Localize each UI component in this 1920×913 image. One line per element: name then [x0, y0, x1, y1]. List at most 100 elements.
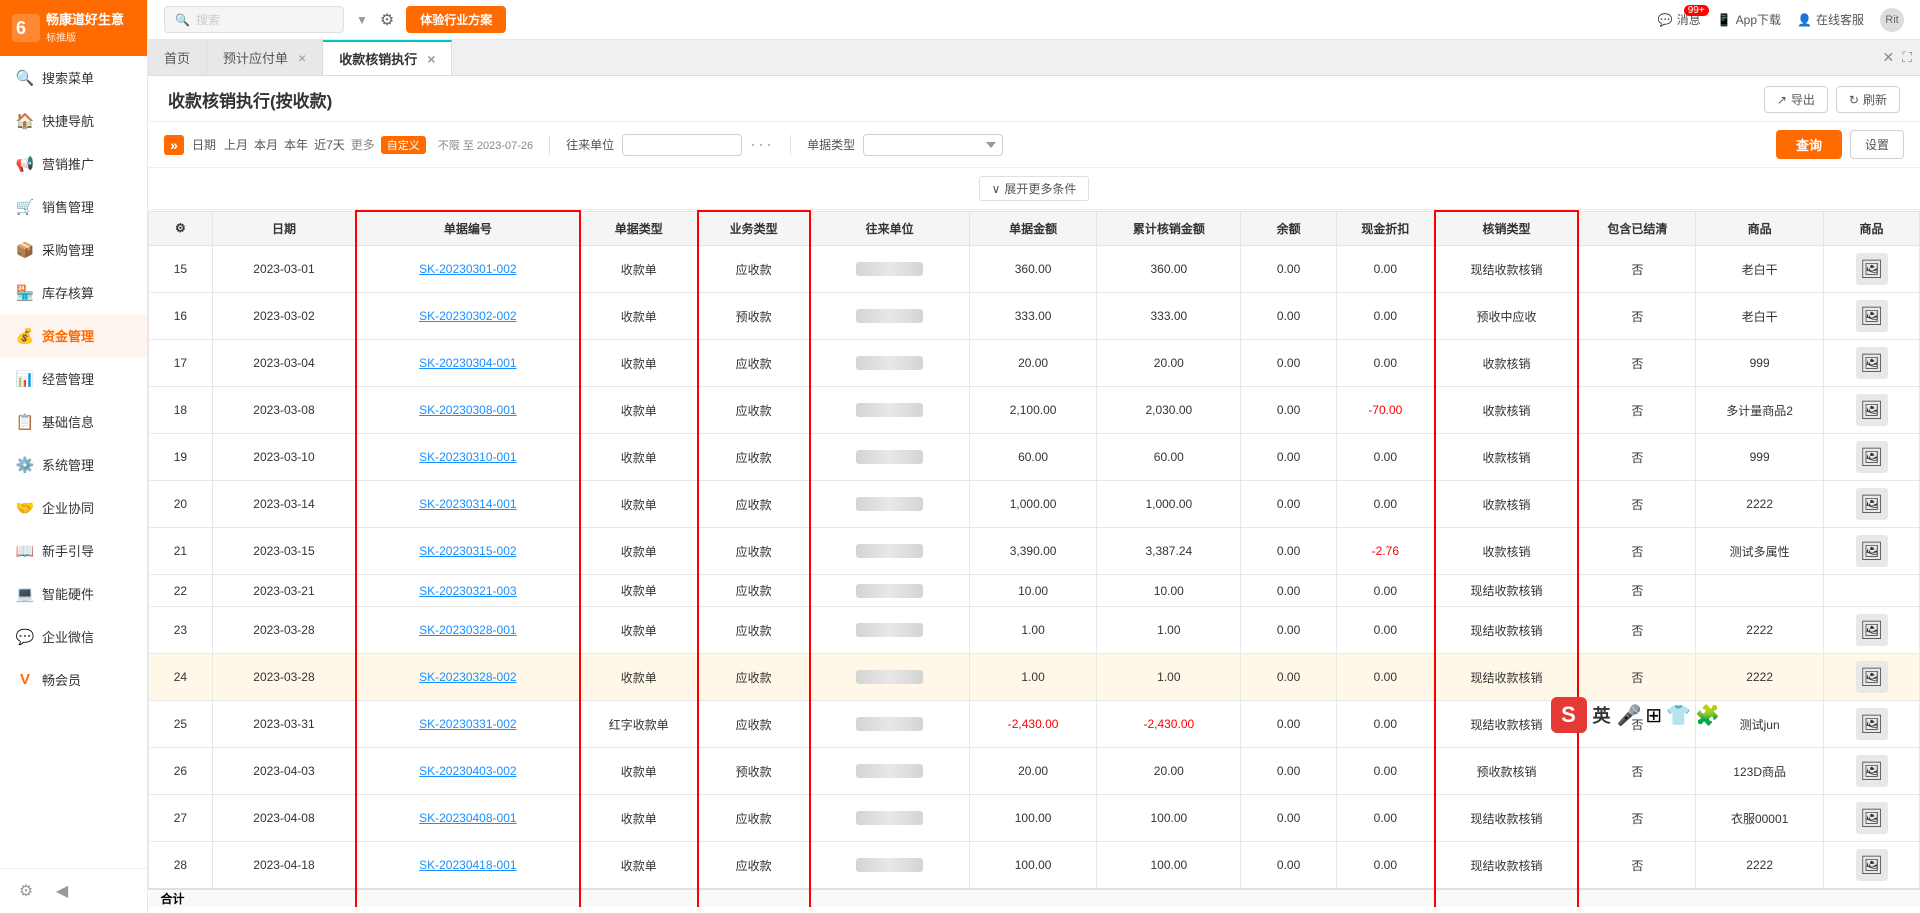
sidebar-item-system[interactable]: ⚙️ 系统管理 — [0, 443, 147, 486]
sidebar-item-finance[interactable]: 💰 资金管理 — [0, 314, 147, 357]
docno-link[interactable]: SK-20230418-001 — [419, 858, 516, 872]
docno-link[interactable]: SK-20230315-002 — [419, 544, 516, 558]
topbar-app-download[interactable]: 📱 App下载 — [1717, 11, 1781, 28]
shirt-icon: 👕 — [1666, 703, 1691, 728]
row-amount: 100.00 — [969, 842, 1097, 890]
tab-close-all-icon[interactable]: ✕ — [1882, 49, 1894, 66]
sidebar-item-guide[interactable]: 📖 新手引导 — [0, 529, 147, 572]
row-partner — [810, 654, 970, 701]
grid-icon: ⊞ — [1645, 703, 1662, 728]
tabbar-actions: ✕ ⛶ — [1882, 49, 1920, 66]
expand-more-button[interactable]: ∨ 展开更多条件 — [979, 176, 1090, 201]
query-button[interactable]: 查询 — [1776, 130, 1842, 159]
row-discount: 0.00 — [1336, 481, 1434, 528]
docno-link[interactable]: SK-20230310-001 — [419, 450, 516, 464]
topbar-search[interactable]: 🔍 搜索 — [164, 6, 344, 33]
sidebar-item-member[interactable]: V 畅会员 — [0, 658, 147, 701]
user-avatar[interactable]: Rit — [1880, 8, 1904, 32]
amount-value: 3,390.00 — [1010, 544, 1057, 558]
row-docno: SK-20230403-002 — [356, 748, 580, 795]
topbar-service[interactable]: 👤 在线客服 — [1797, 11, 1864, 28]
sidebar-item-quicknav[interactable]: 🏠 快捷导航 — [0, 99, 147, 142]
row-goods-img: 🖼 — [1824, 387, 1920, 434]
tab-prepay[interactable]: 预计应付单 × — [207, 40, 323, 75]
col-header-setting[interactable]: ⚙ — [149, 211, 213, 246]
sidebar-item-inventory[interactable]: 🏪 库存核算 — [0, 271, 147, 314]
sidebar-item-search[interactable]: 🔍 搜索菜单 — [0, 56, 147, 99]
goods-img-thumb: 🖼 — [1856, 614, 1888, 646]
row-discount: 0.00 — [1336, 246, 1434, 293]
sidebar-item-hardware[interactable]: 💻 智能硬件 — [0, 572, 147, 615]
sidebar-item-purchase[interactable]: 📦 采购管理 — [0, 228, 147, 271]
solution-button[interactable]: 体验行业方案 — [406, 6, 506, 33]
last-month-btn[interactable]: 上月 — [224, 136, 248, 153]
row-goods-img: 🖼 — [1824, 293, 1920, 340]
docno-link[interactable]: SK-20230331-002 — [419, 717, 516, 731]
tab-home[interactable]: 首页 — [148, 40, 207, 75]
amount-value: 100.00 — [1015, 858, 1052, 872]
this-month-btn[interactable]: 本月 — [254, 136, 278, 153]
sidebar-item-enterprise[interactable]: 🤝 企业协同 — [0, 486, 147, 529]
marketing-icon: 📢 — [16, 155, 34, 173]
docno-link[interactable]: SK-20230328-001 — [419, 623, 516, 637]
filter-divider-2 — [790, 135, 791, 155]
sidebar-item-basic[interactable]: 📋 基础信息 — [0, 400, 147, 443]
export-icon: ↗ — [1777, 93, 1787, 107]
doctype-select[interactable] — [863, 134, 1003, 156]
discount-value: 0.00 — [1374, 764, 1397, 778]
tab-fullscreen-icon[interactable]: ⛶ — [1902, 49, 1912, 66]
tab-collect-close[interactable]: × — [427, 52, 435, 66]
docno-link[interactable]: SK-20230408-001 — [419, 811, 516, 825]
docno-link[interactable]: SK-20230308-001 — [419, 403, 516, 417]
more-date-btn[interactable]: 更多 — [351, 136, 375, 153]
partner-more-icon[interactable]: ··· — [750, 134, 774, 155]
topbar-gear-icon[interactable]: ⚙ — [380, 10, 394, 30]
sidebar-item-marketing[interactable]: 📢 营销推广 — [0, 142, 147, 185]
tab-prepay-close[interactable]: × — [298, 51, 306, 65]
row-goods-img — [1824, 575, 1920, 607]
docno-link[interactable]: SK-20230314-001 — [419, 497, 516, 511]
partner-input[interactable] — [622, 134, 742, 156]
sidebar-item-wechat[interactable]: 💬 企业微信 — [0, 615, 147, 658]
tab-collect-exec[interactable]: 收款核销执行 × — [323, 40, 452, 75]
collapse-icon[interactable]: ◀ — [48, 877, 76, 905]
this-year-btn[interactable]: 本年 — [284, 136, 308, 153]
row-goods-img: 🖼 — [1824, 795, 1920, 842]
settings-col-icon[interactable]: ⚙ — [175, 221, 186, 235]
purchase-icon: 📦 — [16, 241, 34, 259]
row-settled: 否 — [1578, 246, 1695, 293]
row-amount: 360.00 — [969, 246, 1097, 293]
custom-date-btn[interactable]: 自定义 — [381, 136, 426, 154]
acc-amount-value: 100.00 — [1150, 811, 1187, 825]
row-number: 19 — [149, 434, 213, 481]
data-table-container[interactable]: ⚙ 日期 单据编号 单据类型 业务类型 往来单位 单据金额 累计核销金额 余额 … — [148, 210, 1920, 913]
row-close-type: 收款核销 — [1435, 387, 1579, 434]
row-biztype: 应收款 — [698, 481, 810, 528]
row-close-type: 现结收款核销 — [1435, 575, 1579, 607]
sidebar-item-sales[interactable]: 🛒 销售管理 — [0, 185, 147, 228]
export-button[interactable]: ↗ 导出 — [1764, 86, 1828, 113]
docno-link[interactable]: SK-20230403-002 — [419, 764, 516, 778]
settings-bottom-icon[interactable]: ⚙ — [12, 877, 40, 905]
table-row: 24 2023-03-28 SK-20230328-002 收款单 应收款 1.… — [149, 654, 1920, 701]
docno-link[interactable]: SK-20230304-001 — [419, 356, 516, 370]
last7days-btn[interactable]: 近7天 — [314, 136, 345, 153]
app-sub: 标推版 — [46, 29, 124, 44]
refresh-button[interactable]: ↻ 刷新 — [1836, 86, 1900, 113]
acc-amount-value: 10.00 — [1154, 584, 1184, 598]
chevron-down-icon: ∨ — [992, 182, 1001, 196]
row-goods: 老白干 — [1696, 293, 1824, 340]
filter-right: 查询 设置 — [1776, 130, 1904, 159]
docno-link[interactable]: SK-20230301-002 — [419, 262, 516, 276]
docno-link[interactable]: SK-20230302-002 — [419, 309, 516, 323]
goods-img-thumb: 🖼 — [1856, 394, 1888, 426]
topbar-dropdown-arrow[interactable]: ▼ — [356, 13, 368, 27]
docno-link[interactable]: SK-20230321-003 — [419, 584, 516, 598]
filter-collapse-button[interactable]: » — [164, 135, 184, 155]
sidebar-item-operations[interactable]: 📊 经营管理 — [0, 357, 147, 400]
table-row: 15 2023-03-01 SK-20230301-002 收款单 应收款 36… — [149, 246, 1920, 293]
settings-button[interactable]: 设置 — [1850, 130, 1904, 159]
docno-link[interactable]: SK-20230328-002 — [419, 670, 516, 684]
topbar-messages[interactable]: 💬 消息 99+ — [1658, 11, 1701, 28]
expand-more-bar: ∨ 展开更多条件 — [148, 168, 1920, 210]
